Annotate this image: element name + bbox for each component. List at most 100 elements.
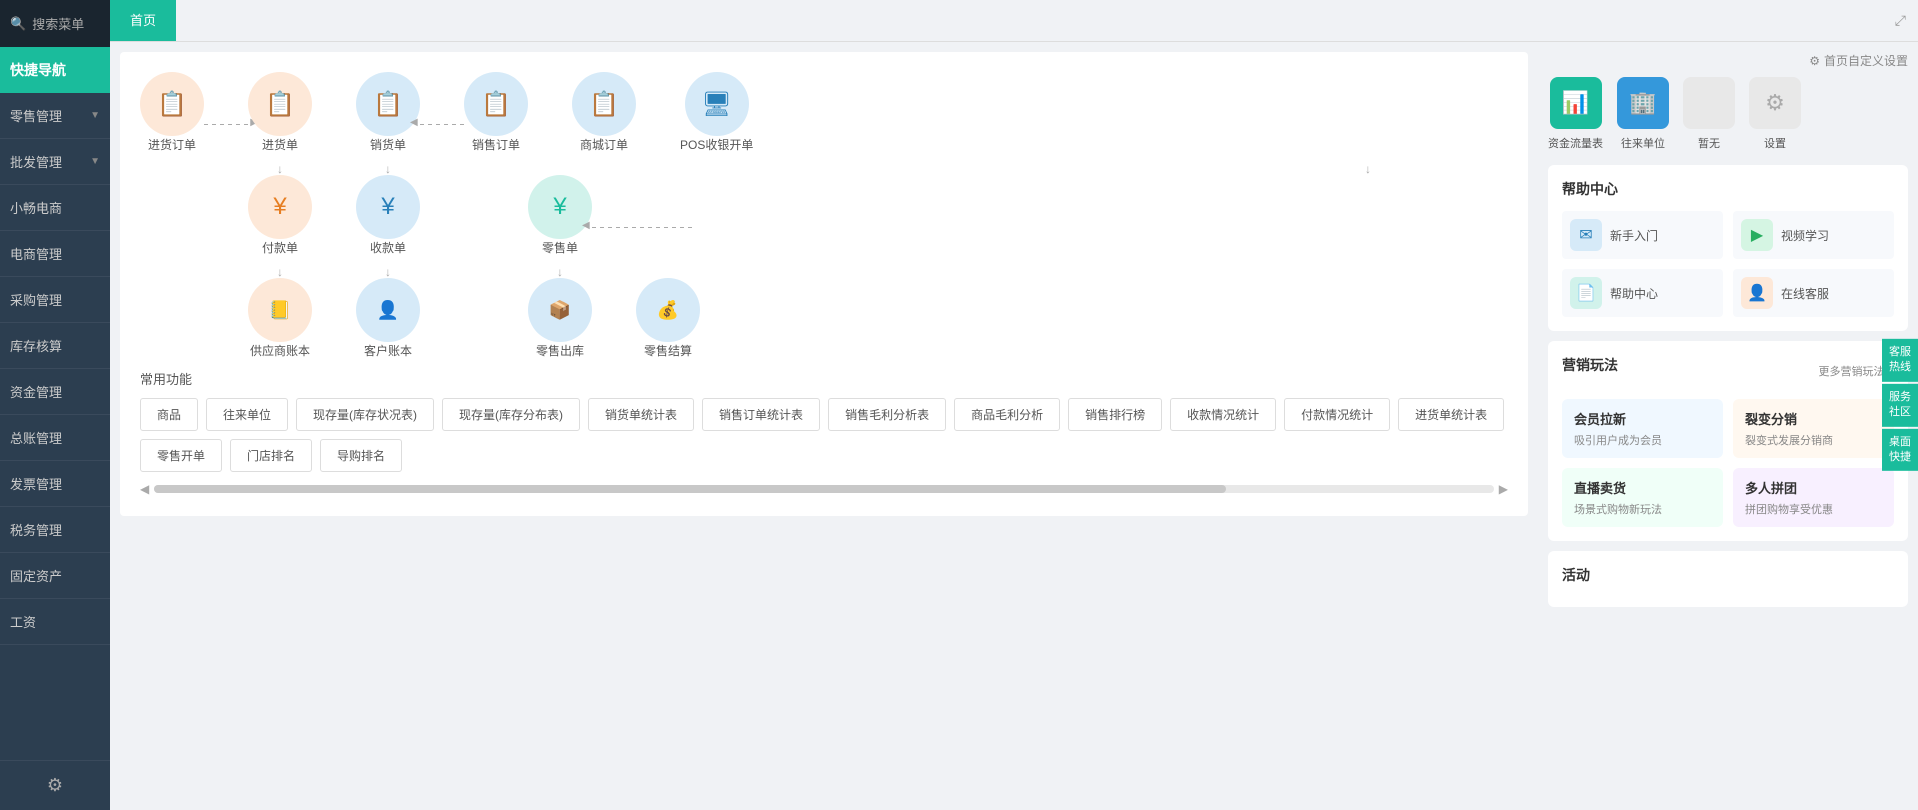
node-xiaohuo[interactable]: 📋 销货单	[356, 72, 420, 153]
func-btn-零售开单[interactable]: 零售开单	[140, 439, 222, 472]
expand-icon: ⤢	[1895, 12, 1906, 28]
sidebar-nav-active[interactable]: 快捷导航	[0, 47, 110, 93]
func-btn-商品[interactable]: 商品	[140, 398, 198, 431]
sidebar-item-小畅电商[interactable]: 小畅电商	[0, 185, 110, 231]
sidebar-search[interactable]: 🔍 搜索菜单	[0, 0, 110, 47]
help-label-0: 新手入门	[1610, 227, 1658, 244]
marketing-item-desc-3: 拼团购物享受优惠	[1745, 501, 1882, 517]
node-jinhuo-label: 进货单	[262, 136, 298, 153]
expand-button[interactable]: ⤢	[1883, 4, 1918, 37]
arrow-1-2	[204, 124, 248, 154]
func-btn-付款情况统计[interactable]: 付款情况统计	[1284, 398, 1390, 431]
sidebar-item-零售管理[interactable]: 零售管理▼	[0, 93, 110, 139]
tab-bar: 首页 ⤢	[110, 0, 1918, 42]
chevron-down-icon: ▼	[90, 110, 100, 121]
marketing-item-title-1: 裂变分销	[1745, 409, 1882, 428]
sidebar-item-固定资产[interactable]: 固定资产	[0, 553, 110, 599]
marketing-item-多人拼团[interactable]: 多人拼团 拼团购物享受优惠	[1733, 468, 1894, 527]
sidebar-item-税务管理[interactable]: 税务管理	[0, 507, 110, 553]
sidebar-item-电商管理[interactable]: 电商管理	[0, 231, 110, 277]
shortcut-setting-link[interactable]: ⚙ 首页自定义设置	[1809, 52, 1908, 69]
scroll-right-arrow[interactable]: ▶	[1499, 482, 1508, 496]
sidebar-item-label: 固定资产	[10, 566, 62, 585]
help-item-视频学习[interactable]: ▶ 视频学习	[1733, 211, 1894, 259]
common-func-section: 常用功能 商品往来单位现存量(库存状况表)现存量(库存分布表)销货单统计表销售订…	[140, 369, 1508, 472]
help-item-新手入门[interactable]: ✉ 新手入门	[1562, 211, 1723, 259]
node-gongyingshang[interactable]: 📒 供应商账本	[248, 278, 312, 359]
activity-card: 活动	[1548, 551, 1908, 607]
help-item-在线客服[interactable]: 👤 在线客服	[1733, 269, 1894, 317]
down-arrow-lingshoudan: ↓	[528, 266, 592, 278]
sidebar-item-采购管理[interactable]: 采购管理	[0, 277, 110, 323]
sidebar-item-库存核算[interactable]: 库存核算	[0, 323, 110, 369]
scroll-left-arrow[interactable]: ◀	[140, 482, 149, 496]
func-btn-导购排名[interactable]: 导购排名	[320, 439, 402, 472]
node-jinhuodindan[interactable]: 📋 进货订单	[140, 72, 204, 153]
func-btn-进货单统计表[interactable]: 进货单统计表	[1398, 398, 1504, 431]
shortcut-item-0[interactable]: 📊 资金流量表	[1548, 77, 1603, 151]
activity-title: 活动	[1562, 565, 1894, 585]
marketing-item-直播卖货[interactable]: 直播卖货 场景式购物新玩法	[1562, 468, 1723, 527]
node-fukuan[interactable]: ¥ 付款单	[248, 175, 312, 256]
marketing-item-desc-1: 裂变式发展分销商	[1745, 432, 1882, 448]
floating-right-bar: 客服热线 服务社区 桌面快捷	[1882, 339, 1918, 471]
scroll-thumb	[154, 485, 1226, 493]
func-btn-销售毛利分析表[interactable]: 销售毛利分析表	[828, 398, 946, 431]
node-xiaoshoudindan[interactable]: 📋 销售订单	[464, 72, 528, 153]
sidebar-item-发票管理[interactable]: 发票管理	[0, 461, 110, 507]
func-btn-往来单位[interactable]: 往来单位	[206, 398, 288, 431]
help-item-帮助中心[interactable]: 📄 帮助中心	[1562, 269, 1723, 317]
func-btn-商品毛利分析[interactable]: 商品毛利分析	[954, 398, 1060, 431]
help-label-3: 在线客服	[1781, 285, 1829, 302]
float-fuwu[interactable]: 服务社区	[1882, 384, 1918, 427]
shortcut-item-1[interactable]: 🏢 往来单位	[1617, 77, 1669, 151]
func-btn-现存量(库存分布表)[interactable]: 现存量(库存分布表)	[442, 398, 580, 431]
arrow-pos-lingshoudan	[592, 227, 692, 257]
node-lingshoucalc[interactable]: 💰 零售结算	[636, 278, 700, 359]
float-desktop[interactable]: 桌面快捷	[1882, 428, 1918, 471]
marketing-item-会员拉新[interactable]: 会员拉新 吸引用户成为会员	[1562, 399, 1723, 458]
func-btn-销售订单统计表[interactable]: 销售订单统计表	[702, 398, 820, 431]
node-jinhuo[interactable]: 📋 进货单	[248, 72, 312, 153]
down-arrow-fukuan: ↓	[248, 266, 312, 278]
func-btn-销货单统计表[interactable]: 销货单统计表	[588, 398, 694, 431]
shortcut-setting-label: 首页自定义设置	[1824, 52, 1908, 69]
node-xiaoshoudindan-label: 销售订单	[472, 136, 520, 153]
node-pos[interactable]: 🖥 POS收银开单	[680, 72, 753, 153]
float-kefu[interactable]: 客服热线	[1882, 339, 1918, 382]
help-icon-1: ▶	[1741, 219, 1773, 251]
node-shoukuan[interactable]: ¥ 收款单	[356, 175, 420, 256]
sidebar-items: 零售管理▼批发管理▼小畅电商电商管理采购管理库存核算资金管理总账管理发票管理税务…	[0, 93, 110, 645]
sidebar-item-工资[interactable]: 工资	[0, 599, 110, 645]
shortcut-icon-1: 🏢	[1617, 77, 1669, 129]
node-lingshoudan[interactable]: ¥ 零售单	[528, 175, 592, 256]
node-lingshoucuku[interactable]: 📦 零售出库	[528, 278, 592, 359]
shortcut-item-3[interactable]: ⚙ 设置	[1749, 77, 1801, 151]
func-btn-现存量(库存状况表)[interactable]: 现存量(库存状况表)	[296, 398, 434, 431]
sidebar-item-总账管理[interactable]: 总账管理	[0, 415, 110, 461]
tab-home-label: 首页	[130, 13, 156, 28]
node-shangcheng[interactable]: 📋 商城订单	[572, 72, 636, 153]
shortcut-label-3: 设置	[1764, 135, 1786, 151]
node-kehu[interactable]: 👤 客户账本	[356, 278, 420, 359]
node-shoukuan-label: 收款单	[370, 239, 406, 256]
sidebar-item-label: 总账管理	[10, 428, 62, 447]
node-lingshoucuku-label: 零售出库	[536, 342, 584, 359]
sidebar-item-批发管理[interactable]: 批发管理▼	[0, 139, 110, 185]
shortcut-icon-2	[1683, 77, 1735, 129]
func-btn-销售排行榜[interactable]: 销售排行榜	[1068, 398, 1162, 431]
shortcut-item-2[interactable]: 暂无	[1683, 77, 1735, 151]
help-grid: ✉ 新手入门 ▶ 视频学习 📄 帮助中心 👤 在线客服	[1562, 211, 1894, 317]
marketing-item-裂变分销[interactable]: 裂变分销 裂变式发展分销商	[1733, 399, 1894, 458]
marketing-card: 营销玩法 更多营销玩法 > 会员拉新 吸引用户成为会员 裂变分销 裂变式发展分销…	[1548, 341, 1908, 541]
search-icon: 🔍	[10, 16, 26, 32]
tab-home[interactable]: 首页	[110, 0, 176, 41]
func-btn-门店排名[interactable]: 门店排名	[230, 439, 312, 472]
down-arrow-xiaohuo: ↓	[356, 163, 420, 175]
shortcut-label-1: 往来单位	[1621, 135, 1665, 151]
func-btn-收款情况统计[interactable]: 收款情况统计	[1170, 398, 1276, 431]
sidebar-settings[interactable]: ⚙	[0, 760, 110, 810]
sidebar-item-资金管理[interactable]: 资金管理	[0, 369, 110, 415]
right-panel: ⚙ 首页自定义设置 📊 资金流量表 🏢 往来单位 暂无 ⚙ 设置 帮助中心 ✉ …	[1538, 42, 1918, 810]
scroll-bar[interactable]	[154, 485, 1494, 493]
